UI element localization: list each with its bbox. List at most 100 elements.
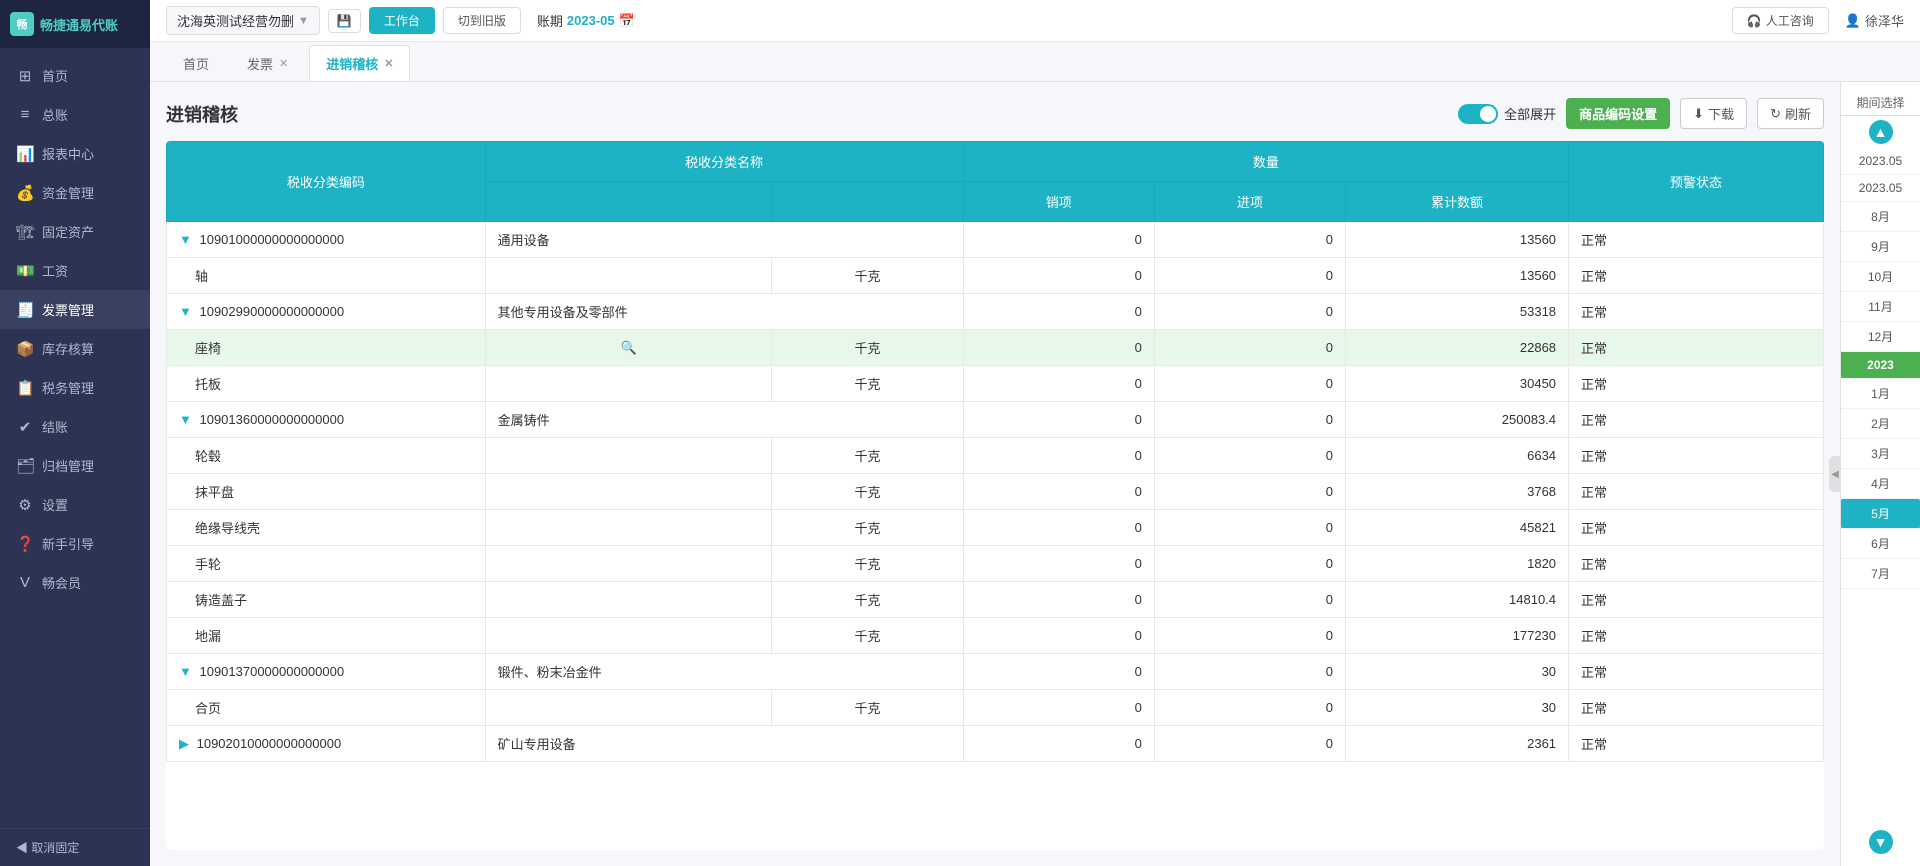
period-panel-title: 期间选择: [1841, 90, 1920, 116]
period-item[interactable]: 11月: [1841, 292, 1920, 322]
settle-icon: ✔: [16, 418, 34, 436]
wages-icon: 💵: [16, 262, 34, 280]
product-code-label: 商品编码设置: [1579, 104, 1657, 123]
page-header: 进销稽核 全部展开 商品编码设置 ⬇ 下载: [166, 98, 1824, 129]
period-item[interactable]: 5月: [1841, 499, 1920, 529]
sidebar-item-assets[interactable]: 🏗 固定资产: [0, 212, 150, 251]
tab-reconcile[interactable]: 进销稽核 ✕: [309, 45, 410, 81]
sidebar-item-home[interactable]: ⊞ 首页: [0, 56, 150, 95]
col-header-sales: 销项: [963, 182, 1154, 222]
col-header-warning: 预警状态: [1569, 142, 1824, 222]
panel-collapse-btn[interactable]: ◀: [1829, 456, 1841, 492]
switch-old-label: 切到旧版: [458, 12, 506, 29]
period-down-btn[interactable]: ▼: [1869, 830, 1893, 854]
period-item[interactable]: 2023.05: [1841, 148, 1920, 175]
product-code-btn[interactable]: 商品编码设置: [1566, 98, 1670, 129]
sidebar-item-archive[interactable]: 🗂 归档管理: [0, 446, 150, 485]
sidebar-menu: ⊞ 首页 ≡ 总账 📊 报表中心 💰 资金管理 🏗 固定资产 💵 工资 🧾 发票…: [0, 48, 150, 828]
expand-toggle-wrap: 全部展开: [1458, 104, 1556, 124]
search-icon[interactable]: 🔍: [620, 340, 636, 355]
period-item[interactable]: 7月: [1841, 559, 1920, 589]
sidebar-item-wages[interactable]: 💵 工资: [0, 251, 150, 290]
data-table-container: 税收分类编码 税收分类名称 数量 预警状态 销项 进项 累计数额 ▼ 10901…: [166, 141, 1824, 850]
expand-icon[interactable]: ▼: [179, 304, 192, 319]
user-area[interactable]: 👤 徐泽华: [1845, 11, 1904, 30]
tab-invoice[interactable]: 发票 ✕: [230, 45, 305, 81]
calendar-icon[interactable]: 📅: [619, 13, 635, 29]
settings-icon: ⚙: [16, 496, 34, 514]
period-item[interactable]: 12月: [1841, 322, 1920, 352]
group-row-code: ▶ 10902010000000000000: [167, 726, 486, 762]
period-up-btn[interactable]: ▲: [1869, 120, 1893, 144]
download-btn[interactable]: ⬇ 下载: [1680, 98, 1747, 129]
tab-reconcile-close[interactable]: ✕: [384, 57, 393, 70]
expand-icon[interactable]: ▼: [179, 412, 192, 427]
page-actions: 全部展开 商品编码设置 ⬇ 下载 ↻ 刷新: [1458, 98, 1824, 129]
expand-icon[interactable]: ▶: [179, 736, 189, 751]
expand-toggle[interactable]: [1458, 104, 1498, 124]
period-item[interactable]: 2月: [1841, 409, 1920, 439]
col-header-total: 累计数额: [1345, 182, 1568, 222]
reports-icon: 📊: [16, 145, 34, 163]
period-item[interactable]: 2023: [1841, 352, 1920, 379]
company-selector[interactable]: 沈海英测试经营勿删 ▼: [166, 6, 320, 35]
period-item[interactable]: 9月: [1841, 232, 1920, 262]
sidebar-item-funds[interactable]: 💰 资金管理: [0, 173, 150, 212]
reconcile-table: 税收分类编码 税收分类名称 数量 预警状态 销项 进项 累计数额 ▼ 10901…: [166, 141, 1824, 762]
sidebar-item-vip[interactable]: V 畅会员: [0, 563, 150, 602]
sidebar-item-label: 归档管理: [42, 456, 94, 475]
sidebar-item-settings[interactable]: ⚙ 设置: [0, 485, 150, 524]
group-row-code: ▼ 10901000000000000000: [167, 222, 486, 258]
tab-home[interactable]: 首页: [166, 45, 226, 81]
child-row-name: 轴: [167, 258, 486, 294]
child-row-name: 合页: [167, 690, 486, 726]
topbar: 沈海英测试经营勿删 ▼ 💾 工作台 切到旧版 账期 2023-05 📅 🎧 人工…: [150, 0, 1920, 42]
assets-icon: 🏗: [16, 223, 34, 241]
help-btn[interactable]: 🎧 人工咨询: [1732, 7, 1829, 34]
sidebar-item-inventory[interactable]: 📦 库存核算: [0, 329, 150, 368]
child-row-name: 轮毂: [167, 438, 486, 474]
download-icon: ⬇: [1693, 106, 1704, 122]
col-header-quantity: 数量: [963, 142, 1568, 182]
sidebar-item-label: 库存核算: [42, 339, 94, 358]
sidebar-item-invoice[interactable]: 🧾 发票管理: [0, 290, 150, 329]
period-item[interactable]: 4月: [1841, 469, 1920, 499]
page-title: 进销稽核: [166, 101, 238, 127]
logo-text: 畅捷通易代账: [40, 15, 118, 34]
workspace-btn[interactable]: 工作台: [369, 7, 435, 34]
sidebar-item-label: 结账: [42, 417, 68, 436]
invoice-icon: 🧾: [16, 301, 34, 319]
user-name: 徐泽华: [1865, 11, 1904, 30]
period-display: 账期 2023-05 📅: [537, 11, 635, 30]
period-item[interactable]: 8月: [1841, 202, 1920, 232]
refresh-btn[interactable]: ↻ 刷新: [1757, 98, 1824, 129]
tab-invoice-close[interactable]: ✕: [279, 57, 288, 70]
period-item[interactable]: 3月: [1841, 439, 1920, 469]
expand-icon[interactable]: ▼: [179, 232, 192, 247]
refresh-icon: ↻: [1770, 106, 1781, 122]
col-header-purchase: 进项: [1154, 182, 1345, 222]
sidebar-item-tax[interactable]: 📋 税务管理: [0, 368, 150, 407]
expand-icon[interactable]: ▼: [179, 664, 192, 679]
period-item[interactable]: 10月: [1841, 262, 1920, 292]
sidebar-item-reports[interactable]: 📊 报表中心: [0, 134, 150, 173]
group-row-name: 锻件、粉末冶金件: [485, 654, 963, 690]
sidebar-item-guide[interactable]: ❓ 新手引导: [0, 524, 150, 563]
group-row-code: ▼ 10902990000000000000: [167, 294, 486, 330]
period-item[interactable]: 2023.05: [1841, 175, 1920, 202]
save-draft-btn[interactable]: 💾: [328, 9, 361, 33]
unpin-label: ◀ 取消固定: [16, 839, 79, 856]
sidebar-item-settle[interactable]: ✔ 结账: [0, 407, 150, 446]
sidebar-item-ledger[interactable]: ≡ 总账: [0, 95, 150, 134]
sidebar-item-label: 固定资产: [42, 222, 94, 241]
period-item[interactable]: 6月: [1841, 529, 1920, 559]
sidebar-unpin-btn[interactable]: ◀ 取消固定: [0, 828, 150, 866]
sidebar: 畅 畅捷通易代账 ⊞ 首页 ≡ 总账 📊 报表中心 💰 资金管理 🏗 固定资产 …: [0, 0, 150, 866]
col-header-tax-code: 税收分类编码: [167, 142, 486, 222]
inventory-icon: 📦: [16, 340, 34, 358]
col-subheader-unit: [772, 182, 963, 222]
period-item[interactable]: 1月: [1841, 379, 1920, 409]
switch-old-btn[interactable]: 切到旧版: [443, 7, 521, 34]
sidebar-item-label: 资金管理: [42, 183, 94, 202]
download-label: 下载: [1708, 104, 1734, 123]
